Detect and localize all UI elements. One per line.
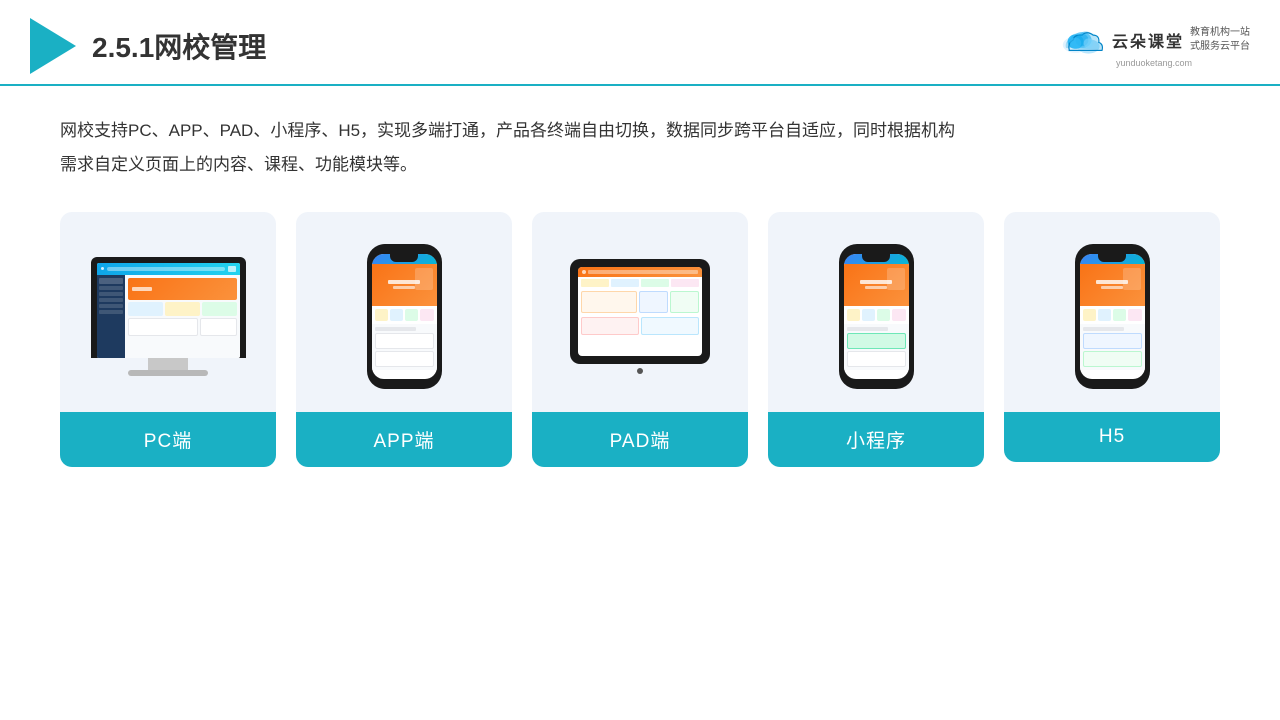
card-pc-image [60,212,276,412]
app-phone-outer [367,244,442,389]
miniprogram-phone-outer [839,244,914,389]
pc-screen-content [97,263,240,358]
description-text: 网校支持PC、APP、PAD、小程序、H5，实现多端打通，产品各终端自由切换，数… [60,114,1220,182]
pad-tablet-outer [570,259,710,364]
brand-url: yunduoketang.com [1116,58,1192,68]
card-app-image [296,212,512,412]
main-content: 网校支持PC、APP、PAD、小程序、H5，实现多端打通，产品各终端自由切换，数… [0,86,1280,487]
card-miniprogram-image [768,212,984,412]
card-miniprogram: 小程序 [768,212,984,467]
page-title: 2.5.1网校管理 [92,26,266,66]
cloud-icon [1058,24,1106,56]
app-phone-screen [372,254,437,379]
brand-name-text: 云朵课堂 [1112,28,1184,52]
card-h5-label: H5 [1004,412,1220,462]
card-pc-label: PC端 [60,412,276,467]
miniprogram-screen-content [844,254,909,379]
card-h5-image [1004,212,1220,412]
pc-stand [148,358,188,370]
card-pad-image [532,212,748,412]
h5-phone-notch [1098,254,1126,262]
pad-tablet-mockup [570,259,710,374]
miniprogram-phone-notch [862,254,890,262]
card-app: APP端 [296,212,512,467]
pad-tablet-screen [578,267,702,356]
card-app-label: APP端 [296,412,512,467]
pad-home-button [637,368,643,374]
pc-screen-outer [91,257,246,358]
h5-phone-outer [1075,244,1150,389]
h5-phone-mockup [1075,244,1150,389]
header-left: 2.5.1网校管理 [30,18,266,74]
card-miniprogram-label: 小程序 [768,412,984,467]
card-pc: PC端 [60,212,276,467]
pc-mockup [91,257,246,376]
miniprogram-phone-screen [844,254,909,379]
h5-screen-content [1080,254,1145,379]
pad-screen-content [578,267,702,356]
brand-area: 云朵课堂 教育机构一站 式服务云平台 yunduoketang.com [1058,24,1250,68]
brand-tagline: 教育机构一站 式服务云平台 [1190,26,1250,54]
card-pad: PAD端 [532,212,748,467]
miniprogram-phone-mockup [839,244,914,389]
page-header: 2.5.1网校管理 云朵课堂 教育机构一站 [0,0,1280,86]
brand-logo: 云朵课堂 教育机构一站 式服务云平台 [1058,24,1250,56]
h5-phone-screen [1080,254,1145,379]
pc-base [128,370,208,376]
cards-container: PC端 [60,212,1220,467]
card-pad-label: PAD端 [532,412,748,467]
logo-triangle-icon [30,18,76,74]
app-phone-notch [390,254,418,262]
pc-screen-inner [97,263,240,358]
app-phone-mockup [367,244,442,389]
card-h5: H5 [1004,212,1220,462]
app-screen-content [372,254,437,379]
